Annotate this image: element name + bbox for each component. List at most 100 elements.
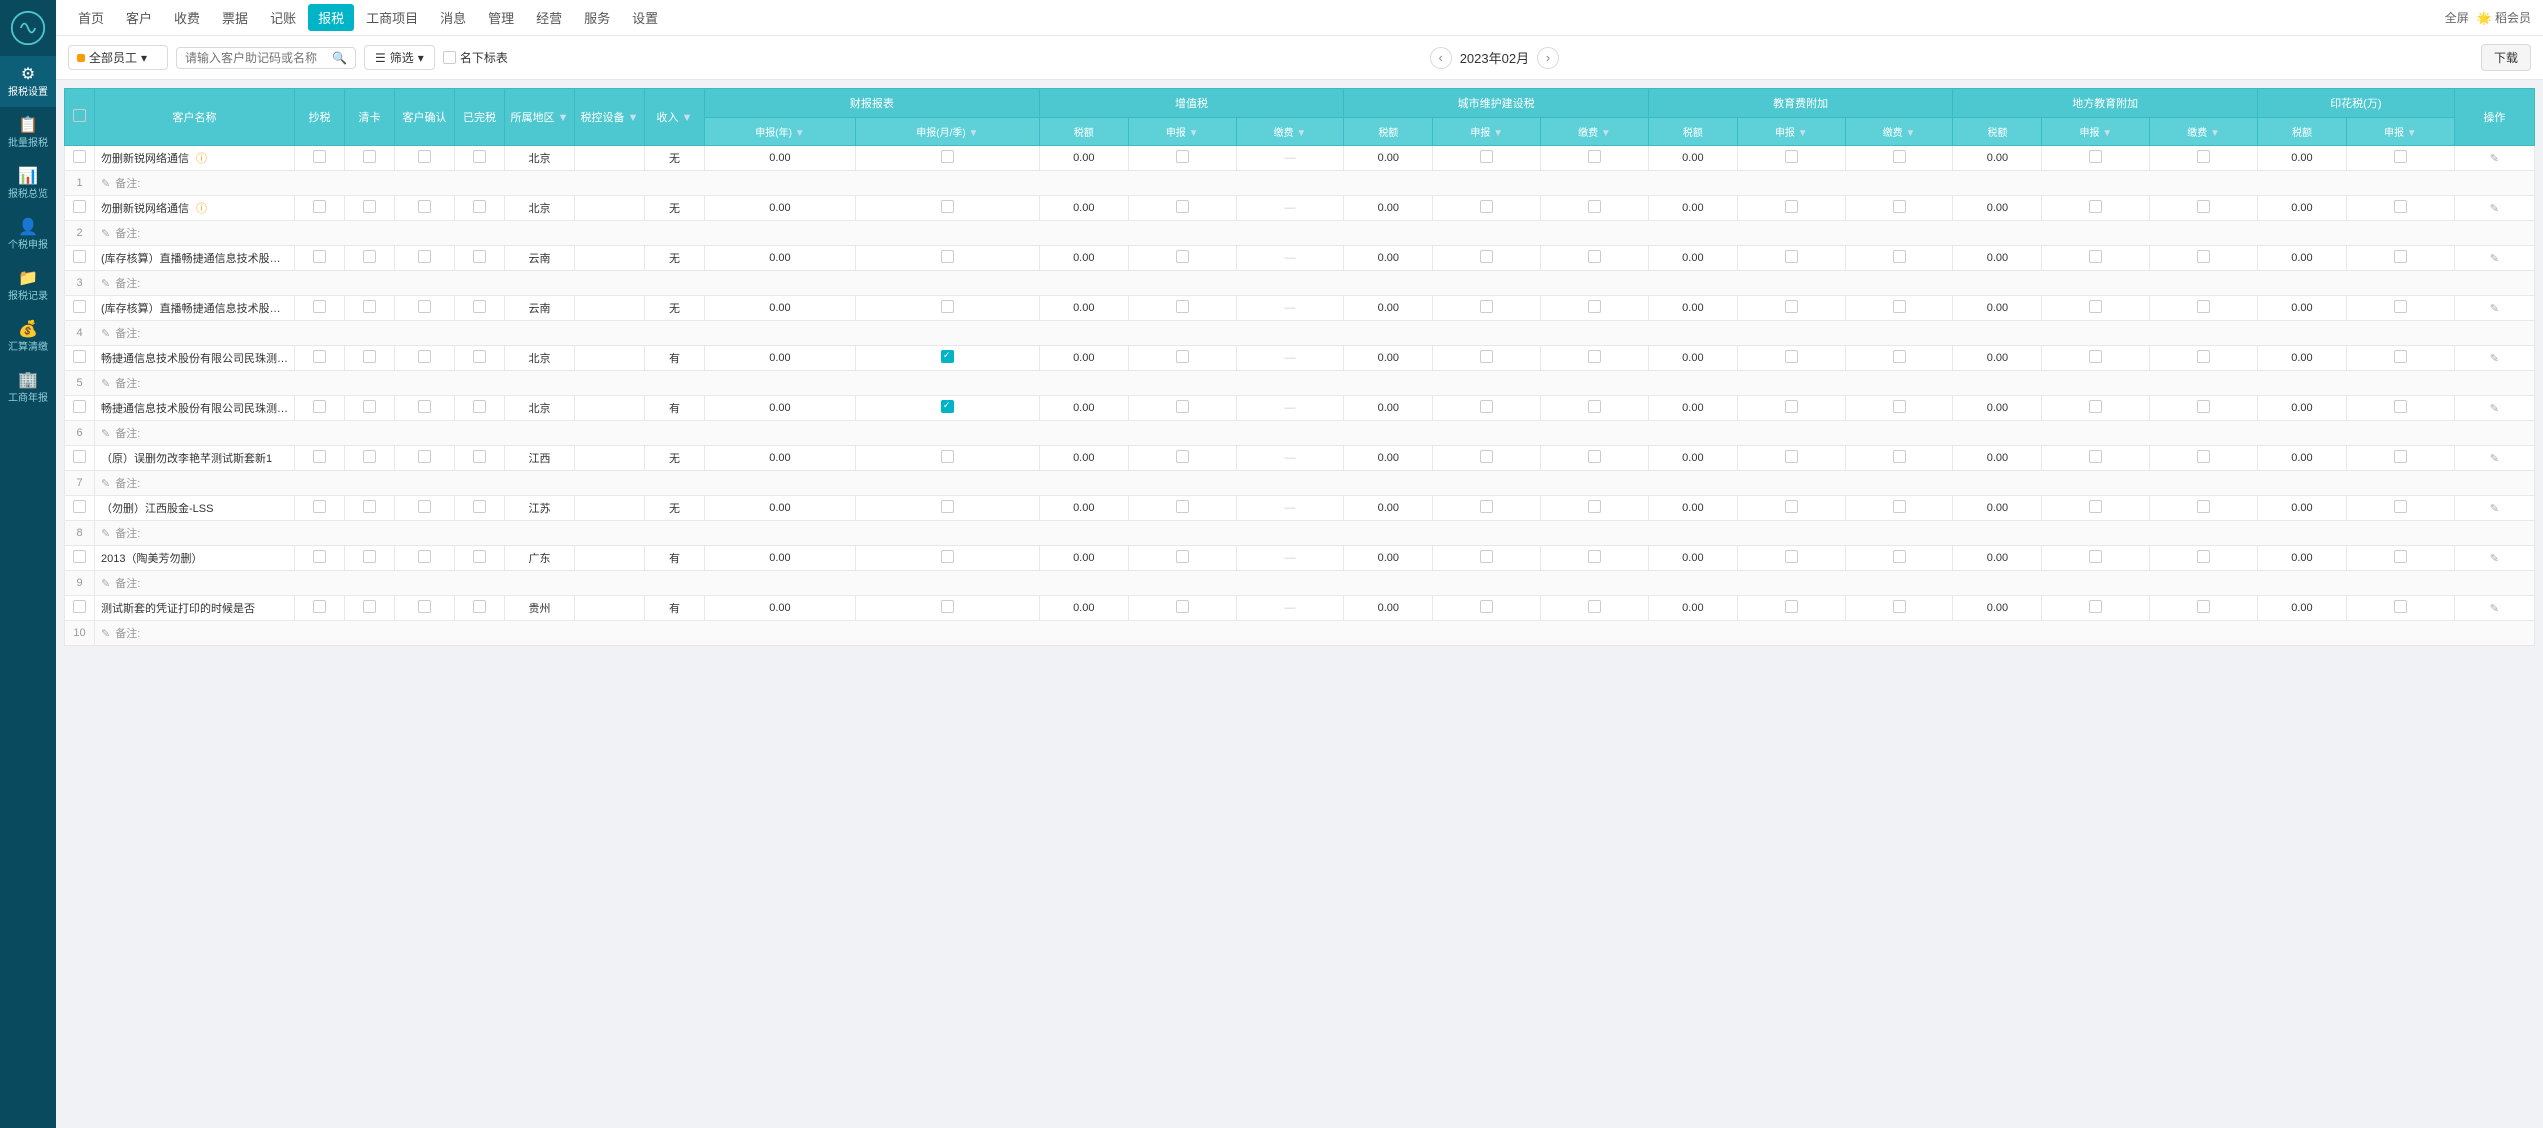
row-cb[interactable] [1588,500,1601,513]
row-cb[interactable] [1176,250,1189,263]
sidebar-item-batch-tax[interactable]: 📋 批量报税 [0,107,56,158]
row-cb[interactable] [2197,500,2210,513]
nav-bookkeeping[interactable]: 记账 [260,4,306,31]
row-cb[interactable] [941,300,954,313]
row-cb[interactable] [418,450,431,463]
row-cb[interactable] [1176,450,1189,463]
row-cb[interactable] [2197,300,2210,313]
row-cb[interactable] [363,450,376,463]
row-cb[interactable] [1893,500,1906,513]
row-cb[interactable] [1588,150,1601,163]
row-cb[interactable] [363,300,376,313]
row-cb[interactable] [2394,400,2407,413]
nav-client[interactable]: 客户 [116,4,162,31]
row-cb[interactable] [363,600,376,613]
row-cb[interactable] [313,150,326,163]
row-cb[interactable] [1480,350,1493,363]
row-cb[interactable] [313,550,326,563]
fullscreen-btn[interactable]: 全屏 [2445,9,2469,26]
sidebar-item-tax-settings[interactable]: ⚙ 报税设置 [0,56,56,107]
filter-button[interactable]: ☰ 筛选 ▾ [364,45,435,70]
row-cb[interactable] [1785,400,1798,413]
row-cb[interactable] [1893,250,1906,263]
row-cb[interactable] [1893,350,1906,363]
row-cb[interactable] [473,350,486,363]
row-cb[interactable] [73,150,86,163]
row-cb[interactable] [313,300,326,313]
row-cb[interactable] [473,200,486,213]
row-cb[interactable] [1480,500,1493,513]
row-cb[interactable] [73,350,86,363]
row-cb[interactable] [73,450,86,463]
row-cb[interactable] [2089,550,2102,563]
row-cb[interactable] [2394,150,2407,163]
nav-industrial[interactable]: 工商项目 [356,4,428,31]
row-cb[interactable] [1785,450,1798,463]
row-cb[interactable] [2394,200,2407,213]
download-button[interactable]: 下载 [2481,44,2531,71]
row-cb[interactable] [1588,600,1601,613]
row-cb[interactable] [418,550,431,563]
row-cb[interactable] [941,350,954,363]
row-cb[interactable] [941,600,954,613]
sidebar-item-tax-view[interactable]: 📊 报税总览 [0,158,56,209]
employee-select[interactable]: 全部员工 ▾ [68,45,168,70]
select-all-cb[interactable] [73,109,86,122]
row-cb[interactable] [1893,450,1906,463]
row-cb[interactable] [2394,450,2407,463]
warning-icon[interactable]: ⓘ [196,153,207,165]
edit-icon[interactable]: ✎ [2490,353,2499,365]
row-cb[interactable] [2394,550,2407,563]
row-cb[interactable] [1893,550,1906,563]
row-cb[interactable] [1893,600,1906,613]
row-cb[interactable] [2197,450,2210,463]
row-cb[interactable] [1176,350,1189,363]
row-cb[interactable] [73,600,86,613]
edit-icon[interactable]: ✎ [2490,503,2499,515]
row-cb[interactable] [73,300,86,313]
row-cb[interactable] [418,250,431,263]
row-cb[interactable] [1588,200,1601,213]
row-cb[interactable] [418,150,431,163]
row-cb[interactable] [2089,400,2102,413]
nav-service[interactable]: 服务 [574,4,620,31]
next-month-btn[interactable]: › [1537,47,1559,69]
row-cb[interactable] [1785,150,1798,163]
row-cb[interactable] [1176,400,1189,413]
row-cb[interactable] [1785,350,1798,363]
row-cb[interactable] [418,200,431,213]
row-cb[interactable] [941,500,954,513]
row-cb[interactable] [473,600,486,613]
nav-economy[interactable]: 经营 [526,4,572,31]
row-cb[interactable] [941,550,954,563]
row-cb[interactable] [1785,300,1798,313]
edit-icon[interactable]: ✎ [2490,453,2499,465]
row-cb[interactable] [941,450,954,463]
row-cb[interactable] [1176,550,1189,563]
row-cb[interactable] [313,400,326,413]
row-cb[interactable] [473,300,486,313]
row-cb[interactable] [1176,200,1189,213]
edit-icon[interactable]: ✎ [2490,403,2499,415]
row-cb[interactable] [2197,600,2210,613]
row-cb[interactable] [313,450,326,463]
row-cb[interactable] [2197,550,2210,563]
row-cb[interactable] [1588,350,1601,363]
row-cb[interactable] [1588,450,1601,463]
row-cb[interactable] [363,550,376,563]
warning-icon[interactable]: ⓘ [196,203,207,215]
row-cb[interactable] [1176,500,1189,513]
row-cb[interactable] [418,300,431,313]
row-cb[interactable] [313,600,326,613]
row-cb[interactable] [1480,150,1493,163]
sidebar-item-personal-tax[interactable]: 👤 个税申报 [0,209,56,260]
sidebar-item-summary[interactable]: 💰 汇算清缴 [0,311,56,362]
row-cb[interactable] [2394,600,2407,613]
row-cb[interactable] [1785,550,1798,563]
row-cb[interactable] [1176,600,1189,613]
row-cb[interactable] [313,350,326,363]
row-cb[interactable] [2197,200,2210,213]
edit-icon[interactable]: ✎ [2490,253,2499,265]
row-cb[interactable] [1480,250,1493,263]
row-cb[interactable] [1588,250,1601,263]
